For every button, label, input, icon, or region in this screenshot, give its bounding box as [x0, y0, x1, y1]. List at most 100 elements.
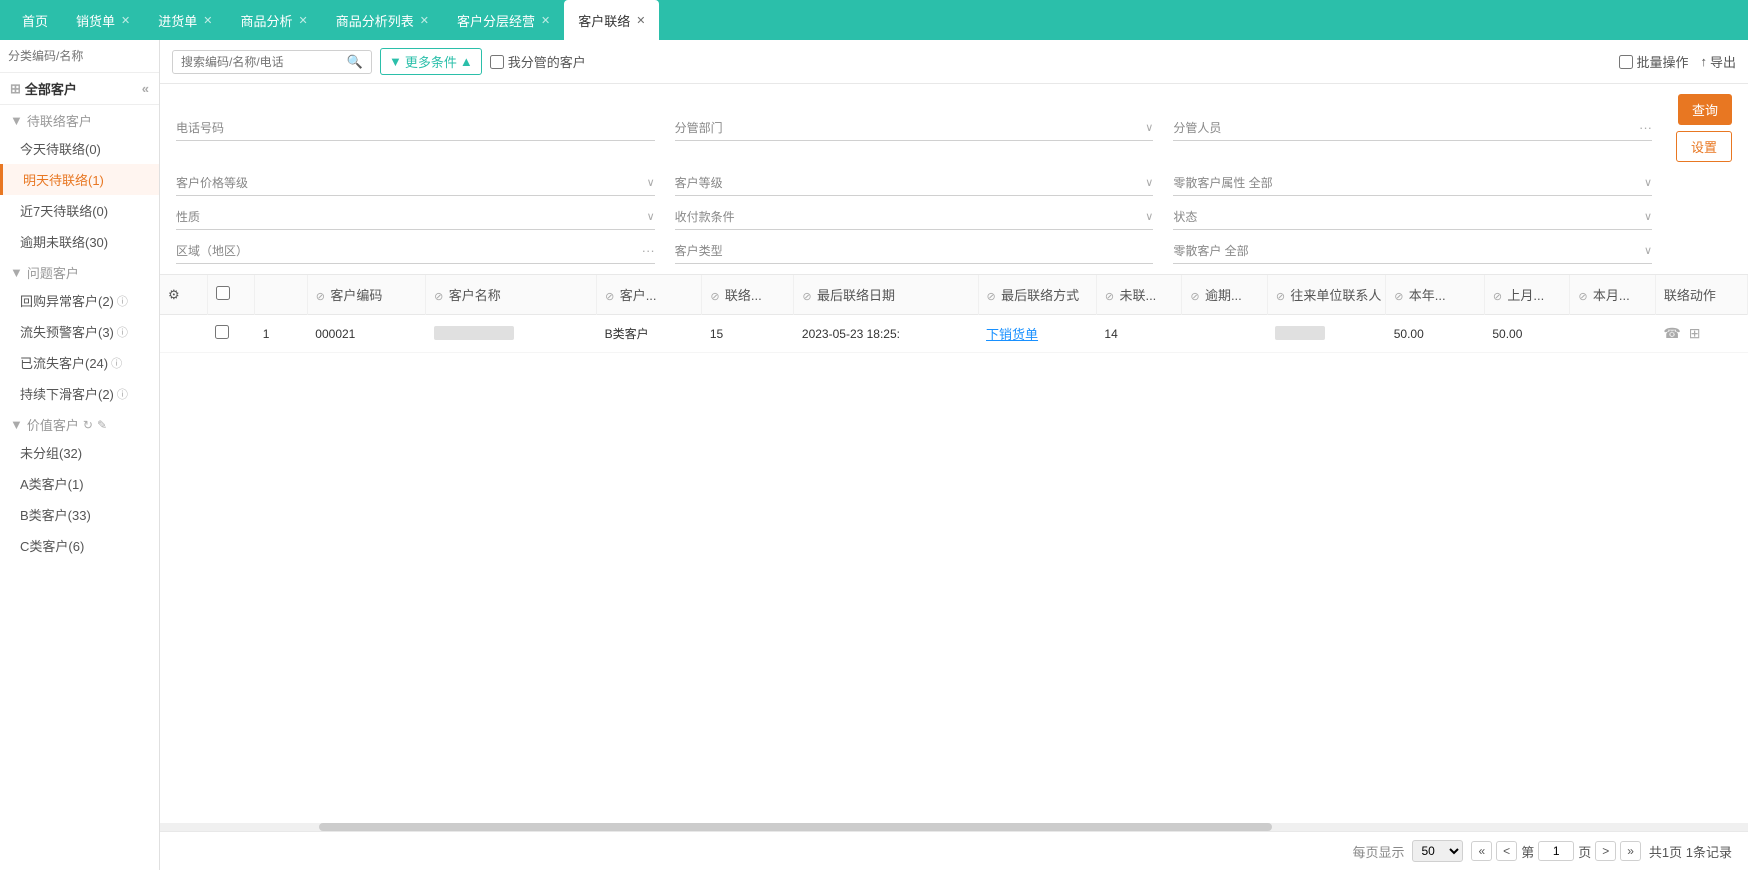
sidebar-item-repurchase-abnormal[interactable]: 回购异常客户(2) ⓘ	[0, 285, 159, 316]
sort-icon-this-month: ⊘	[1578, 291, 1587, 303]
filter-customer-level: 客户等级 ∨	[675, 170, 1154, 196]
filter-nature-input[interactable]	[252, 210, 647, 224]
close-purchase-icon[interactable]: ✕	[203, 14, 212, 27]
batch-checkbox[interactable]	[1619, 55, 1633, 69]
per-page-select[interactable]: 50 100 200	[1412, 840, 1463, 862]
action-more-icon[interactable]: ⊞	[1689, 325, 1701, 342]
row-last-month: 50.00	[1484, 315, 1569, 353]
filter-dept-input[interactable]	[751, 121, 1146, 135]
close-customer-tier-icon[interactable]: ✕	[541, 14, 550, 27]
action-phone-icon[interactable]: ☎	[1663, 325, 1680, 342]
row-last-way: 下销货单	[978, 315, 1096, 353]
close-customer-contact-icon[interactable]: ✕	[636, 14, 645, 27]
info-icon-1: ⓘ	[117, 324, 128, 340]
sidebar-item-class-a[interactable]: A类客户(1)	[0, 468, 159, 499]
row-select-checkbox[interactable]	[215, 325, 229, 339]
sidebar-item-class-b[interactable]: B类客户(33)	[0, 499, 159, 530]
horizontal-scrollbar[interactable]	[160, 823, 1748, 831]
sidebar-group-pending: ▼ 待联络客户	[0, 105, 159, 133]
row-num: 1	[255, 315, 308, 353]
row-name	[426, 315, 597, 353]
filter-person-input[interactable]	[1249, 121, 1639, 135]
filter-retail-arrow[interactable]: ∨	[1644, 244, 1652, 257]
sidebar-item-declining[interactable]: 持续下滑客户(2) ⓘ	[0, 378, 159, 409]
close-sales-icon[interactable]: ✕	[121, 14, 130, 27]
sidebar-item-tomorrow[interactable]: 明天待联络(1)	[0, 164, 159, 195]
nav-product-list[interactable]: 商品分析列表 ✕	[322, 0, 443, 40]
col-header-num	[255, 275, 308, 315]
filter-payment-arrow[interactable]: ∨	[1145, 210, 1153, 223]
sort-icon-company: ⊘	[1276, 291, 1285, 303]
filter-status-input[interactable]	[1249, 210, 1644, 224]
filter-region-dots[interactable]: ···	[642, 243, 655, 258]
page-prev-btn[interactable]: <	[1496, 841, 1517, 861]
filter-dept-label: 分管部门	[675, 119, 745, 136]
page-last-btn[interactable]: »	[1620, 841, 1641, 861]
filter-customer-type-input[interactable]	[751, 244, 1154, 258]
filter-retail-attr-arrow[interactable]: ∨	[1644, 176, 1652, 189]
advanced-filter: 电话号码 分管部门 ∨ 分管人员 ··· 查询 设置	[160, 84, 1748, 275]
my-customer-filter[interactable]: 我分管的客户	[490, 52, 586, 71]
more-filters-btn[interactable]: ▼ 更多条件 ▲	[380, 48, 482, 75]
row-overdue	[1182, 315, 1267, 353]
export-btn[interactable]: ↑ 导出	[1700, 52, 1736, 71]
sidebar-collapse-icon[interactable]: «	[142, 81, 149, 96]
edit-icon[interactable]: ✎	[97, 418, 107, 432]
nav-purchase[interactable]: 进货单 ✕	[144, 0, 226, 40]
nav-customer-tier[interactable]: 客户分层经营 ✕	[443, 0, 564, 40]
filter-region-input[interactable]	[252, 244, 642, 258]
filter-retail-attr-input[interactable]	[1249, 176, 1644, 190]
row-checkbox[interactable]	[207, 315, 254, 353]
sidebar-item-today[interactable]: 今天待联络(0)	[0, 133, 159, 164]
filter-retail-input[interactable]	[1249, 244, 1644, 258]
sidebar-item-7days[interactable]: 近7天待联络(0)	[0, 195, 159, 226]
filter-nature-arrow[interactable]: ∨	[647, 210, 655, 223]
filter-phone-input[interactable]	[252, 121, 655, 135]
select-all-checkbox[interactable]	[216, 286, 230, 300]
nav-product-analysis[interactable]: 商品分析 ✕	[226, 0, 321, 40]
close-product-analysis-icon[interactable]: ✕	[299, 14, 308, 27]
batch-operation-btn[interactable]: 批量操作	[1619, 52, 1688, 71]
filter-bar-right: 批量操作 ↑ 导出	[1619, 52, 1736, 71]
filter-payment-label: 收付款条件	[675, 208, 745, 225]
sidebar-group-problem: ▼ 问题客户	[0, 257, 159, 285]
page-unit: 页	[1578, 842, 1591, 861]
row-last-way-link[interactable]: 下销货单	[986, 327, 1038, 342]
sidebar-item-class-c[interactable]: C类客户(6)	[0, 530, 159, 561]
sidebar-all-customers[interactable]: ⊞ 全部客户 «	[0, 73, 159, 105]
page-next-btn[interactable]: >	[1595, 841, 1616, 861]
scrollbar-thumb[interactable]	[319, 823, 1272, 831]
gear-icon[interactable]: ⚙	[168, 287, 180, 302]
refresh-icon[interactable]: ↻	[83, 418, 93, 432]
search-button-icon[interactable]: 🔍	[347, 54, 363, 70]
close-product-list-icon[interactable]: ✕	[420, 14, 429, 27]
nav-sales[interactable]: 销货单 ✕	[62, 0, 144, 40]
sidebar-item-churned[interactable]: 已流失客户(24) ⓘ	[0, 347, 159, 378]
search-input[interactable]	[181, 55, 347, 69]
query-button[interactable]: 查询	[1678, 94, 1732, 125]
filter-customer-level-input[interactable]	[751, 176, 1146, 190]
page-first-btn[interactable]: «	[1471, 841, 1492, 861]
nav-home[interactable]: 首页	[8, 0, 62, 40]
filter-person-dots[interactable]: ···	[1639, 120, 1652, 135]
page-number-input[interactable]	[1538, 841, 1574, 861]
page-label: 第	[1521, 842, 1534, 861]
filter-dept-arrow[interactable]: ∨	[1145, 121, 1153, 134]
sort-icon-this-year: ⊘	[1394, 291, 1403, 303]
filter-phone: 电话号码	[176, 115, 655, 141]
sidebar-item-churn-warning[interactable]: 流失预警客户(3) ⓘ	[0, 316, 159, 347]
sort-icon-last-month: ⊘	[1493, 291, 1502, 303]
sidebar-item-ungrouped[interactable]: 未分组(32)	[0, 437, 159, 468]
filter-price-level-arrow[interactable]: ∨	[647, 176, 655, 189]
filter-payment-input[interactable]	[751, 210, 1146, 224]
nav-customer-contact[interactable]: 客户联络 ✕	[564, 0, 659, 40]
sidebar-search-input[interactable]	[8, 49, 160, 63]
my-customer-checkbox[interactable]	[490, 55, 504, 69]
setting-button[interactable]: 设置	[1676, 131, 1732, 162]
filter-customer-level-arrow[interactable]: ∨	[1145, 176, 1153, 189]
sidebar-item-overdue[interactable]: 逾期未联络(30)	[0, 226, 159, 257]
filter-status-arrow[interactable]: ∨	[1644, 210, 1652, 223]
filter-retail-label: 零散客户 全部	[1173, 242, 1243, 259]
filter-price-level-input[interactable]	[252, 176, 647, 190]
filter-customer-type: 客户类型	[675, 238, 1154, 264]
